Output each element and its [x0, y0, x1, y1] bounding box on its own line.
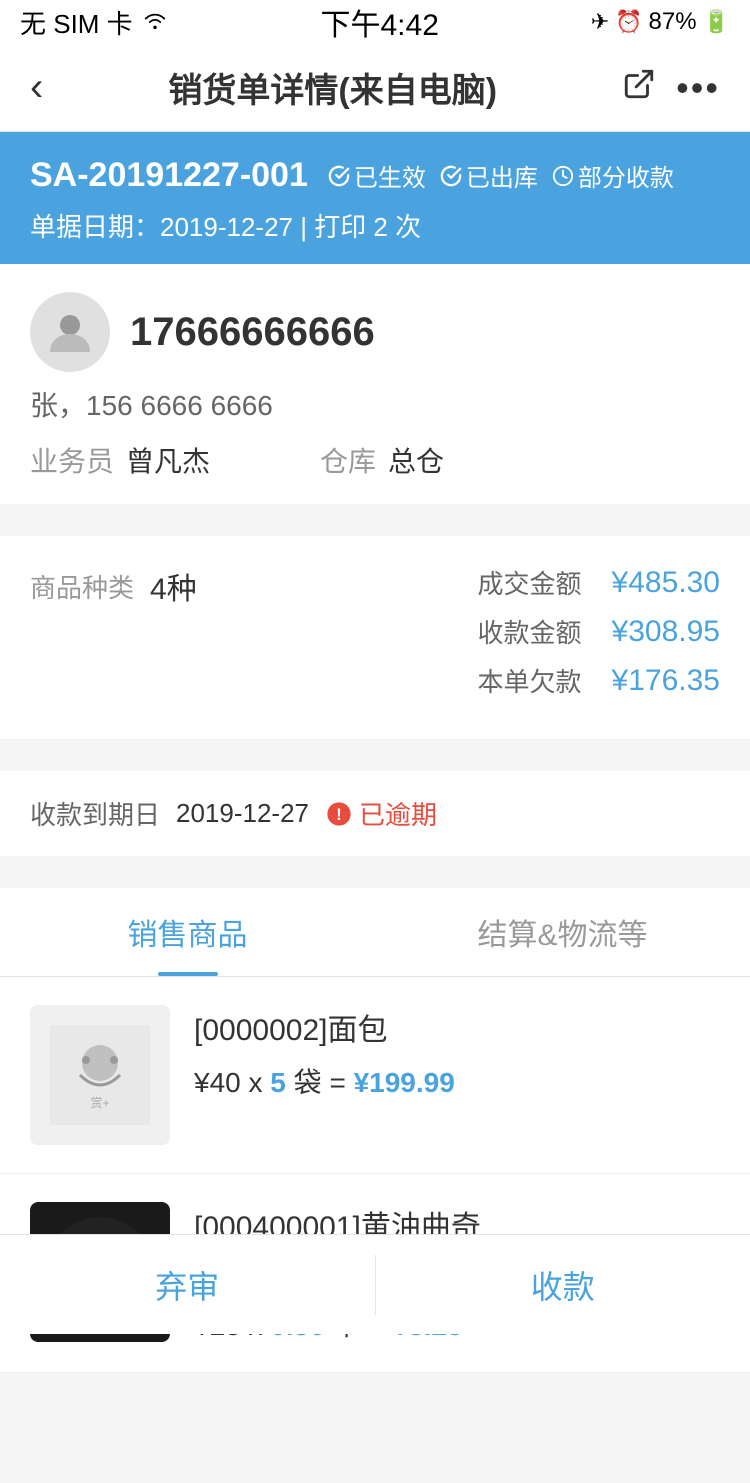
back-button[interactable]: ‹ — [30, 65, 43, 110]
tabs-section: 销售商品 结算&物流等 — [0, 888, 750, 977]
salesperson-pair: 业务员 曾凡杰 — [30, 440, 210, 480]
status-badge-shipped: 已出库 — [440, 158, 538, 193]
warehouse-label: 仓库 — [320, 440, 376, 480]
due-label: 收款到期日 — [30, 795, 160, 832]
summary-left: 商品种类 4种 — [30, 564, 197, 618]
customer-section: 17666666666 张，156 6666 6666 业务员 曾凡杰 仓库 总… — [0, 264, 750, 504]
warehouse-pair: 仓库 总仓 — [320, 440, 444, 480]
status-right: ✈ ⏰ 87% 🔋 — [591, 8, 730, 36]
warehouse-value: 总仓 — [388, 440, 444, 480]
location-icon: ✈ — [591, 9, 609, 35]
battery-icon: 🔋 — [703, 9, 730, 35]
nav-bar: ‹ 销货单详情(来自电脑) ••• — [0, 44, 750, 132]
product-total-1: ¥199.99 — [354, 1067, 455, 1098]
owed-value: ¥176.35 — [612, 664, 720, 698]
status-badges: 已生效 已出库 部分收款 — [328, 158, 674, 193]
overdue-text: 已逾期 — [359, 795, 437, 832]
customer-phone: 17666666666 — [130, 310, 375, 355]
status-time: 下午4:42 — [320, 0, 438, 44]
order-id: SA-20191227-001 — [30, 156, 308, 195]
status-badge-effective: 已生效 — [328, 158, 426, 193]
product-item-1: 赏+ [0000002]面包 ¥40 x 5 袋 = ¥199.99 — [0, 977, 750, 1174]
salesperson-label: 业务员 — [30, 440, 114, 480]
product-info-1: [0000002]面包 ¥40 x 5 袋 = ¥199.99 — [194, 1005, 720, 1101]
battery-text: 87% — [649, 8, 697, 36]
owed-label: 本单欠款 — [478, 662, 582, 699]
share-button[interactable] — [622, 67, 656, 109]
page-title: 销货单详情(来自电脑) — [168, 63, 497, 112]
summary-section: 商品种类 4种 成交金额 ¥485.30 收款金额 ¥308.95 本单欠款 ¥… — [0, 536, 750, 739]
due-date-value: 2019-12-27 — [176, 798, 309, 829]
svg-text:!: ! — [336, 805, 341, 823]
more-button[interactable]: ••• — [676, 67, 720, 109]
product-type-label: 商品种类 — [30, 568, 134, 605]
deal-amount-label: 成交金额 — [478, 564, 582, 601]
status-bar: 无 SIM 卡 下午4:42 ✈ ⏰ 87% 🔋 — [0, 0, 750, 44]
due-date-section: 收款到期日 2019-12-27 ! 已逾期 — [0, 771, 750, 856]
bottom-bar: 弃审 收款 — [0, 1234, 750, 1334]
summary-right: 成交金额 ¥485.30 收款金额 ¥308.95 本单欠款 ¥176.35 — [478, 564, 720, 711]
product-price-row-1: ¥40 x 5 袋 = ¥199.99 — [194, 1061, 720, 1101]
tabs-row: 销售商品 结算&物流等 — [0, 888, 750, 977]
alarm-icon: ⏰ — [615, 9, 642, 35]
product-name-1: [0000002]面包 — [194, 1005, 720, 1049]
status-badge-partial: 部分收款 — [552, 158, 674, 193]
salesperson-value: 曾凡杰 — [126, 440, 210, 480]
avatar — [30, 292, 110, 372]
carrier-text: 无 SIM 卡 — [20, 4, 133, 41]
tab-products[interactable]: 销售商品 — [0, 888, 375, 976]
tab-billing[interactable]: 结算&物流等 — [375, 888, 750, 976]
customer-name-phone: 张，156 6666 6666 — [30, 384, 720, 424]
product-thumb-1: 赏+ — [30, 1005, 170, 1145]
status-left: 无 SIM 卡 — [20, 4, 169, 41]
received-value: ¥308.95 — [612, 615, 720, 649]
confirm-button[interactable]: 收款 — [376, 1235, 750, 1334]
deal-amount-value: ¥485.30 — [612, 566, 720, 600]
overdue-badge: ! 已逾期 — [325, 795, 437, 832]
wifi-icon — [141, 7, 169, 38]
cancel-button[interactable]: 弃审 — [0, 1235, 375, 1334]
received-label: 收款金额 — [478, 613, 582, 650]
order-meta: 单据日期：2019-12-27 | 打印 2 次 — [30, 207, 720, 244]
svg-text:赏+: 赏+ — [90, 1096, 109, 1110]
product-qty-1: 5 — [270, 1067, 286, 1098]
nav-actions: ••• — [622, 67, 720, 109]
product-type-value: 4种 — [150, 564, 197, 608]
order-header: SA-20191227-001 已生效 已出库 — [0, 132, 750, 264]
